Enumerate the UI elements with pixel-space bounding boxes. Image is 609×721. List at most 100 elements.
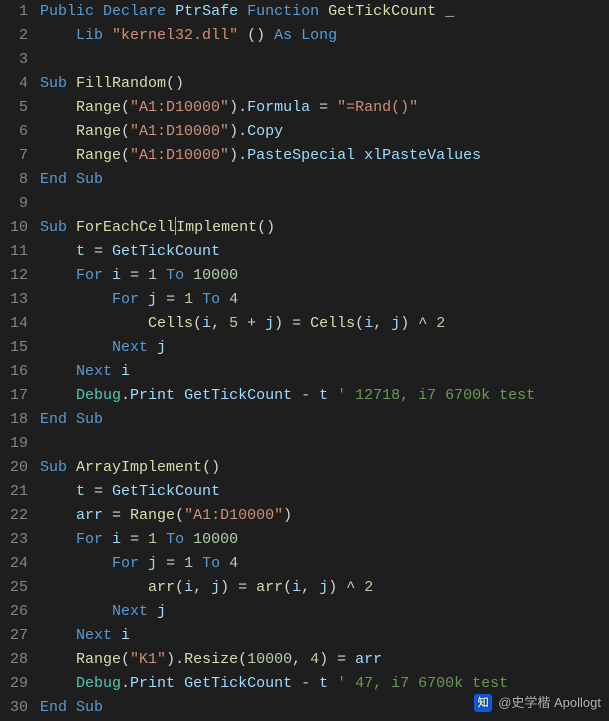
token-fn: Range	[76, 99, 121, 116]
line-number: 15	[8, 336, 28, 360]
token-ident: j	[157, 603, 166, 620]
token-str: "=Rand()"	[337, 99, 418, 116]
token-ident: Copy	[247, 123, 283, 140]
token-ident: t	[76, 243, 85, 260]
code-line[interactable]: t = GetTickCount	[40, 240, 605, 264]
token-ident: Print	[130, 387, 175, 404]
token-op	[193, 555, 202, 572]
line-number: 17	[8, 384, 28, 408]
token-fn: Implement	[176, 219, 257, 236]
token-kw: For	[112, 291, 139, 308]
token-fn: Range	[76, 651, 121, 668]
token-op: (	[121, 123, 130, 140]
line-number: 8	[8, 168, 28, 192]
token-kw: Function	[247, 3, 319, 20]
token-op: -	[292, 675, 319, 692]
code-line[interactable]: Debug.Print GetTickCount - t ' 12718, i7…	[40, 384, 605, 408]
code-line[interactable]: End Sub	[40, 168, 605, 192]
code-line[interactable]: Range("A1:D10000").Formula = "=Rand()"	[40, 96, 605, 120]
token-str: "K1"	[130, 651, 166, 668]
token-ident: GetTickCount	[184, 675, 292, 692]
token-ident: GetTickCount	[112, 243, 220, 260]
token-ident: i	[112, 267, 121, 284]
code-line[interactable]: For i = 1 To 10000	[40, 528, 605, 552]
token-kw: End	[40, 699, 67, 716]
token-ident: Formula	[247, 99, 310, 116]
token-ident: i	[112, 531, 121, 548]
token-fn: Range	[76, 147, 121, 164]
line-number: 21	[8, 480, 28, 504]
token-ident: j	[148, 291, 157, 308]
code-line[interactable]	[40, 432, 605, 456]
line-number: 25	[8, 576, 28, 600]
token-op: -	[292, 387, 319, 404]
token-op: .	[121, 387, 130, 404]
token-num: 2	[364, 579, 373, 596]
code-line[interactable]: Sub FillRandom()	[40, 72, 605, 96]
code-line[interactable]: End Sub	[40, 408, 605, 432]
code-line[interactable]: Range("A1:D10000").Copy	[40, 120, 605, 144]
code-line[interactable]	[40, 192, 605, 216]
line-number: 29	[8, 672, 28, 696]
code-line[interactable]	[40, 48, 605, 72]
token-op: ).	[229, 99, 247, 116]
token-num: 1	[148, 531, 157, 548]
line-number: 3	[8, 48, 28, 72]
token-op: (	[175, 579, 184, 596]
token-op: .	[121, 675, 130, 692]
token-op: ) ^	[328, 579, 364, 596]
code-line[interactable]: Range("A1:D10000").PasteSpecial xlPasteV…	[40, 144, 605, 168]
code-line[interactable]: For j = 1 To 4	[40, 288, 605, 312]
token-op: (	[121, 99, 130, 116]
token-ident: arr	[355, 651, 382, 668]
token-op	[112, 627, 121, 644]
token-op: ,	[292, 651, 310, 668]
token-ident: i	[184, 579, 193, 596]
line-number: 13	[8, 288, 28, 312]
code-line[interactable]: arr = Range("A1:D10000")	[40, 504, 605, 528]
code-line[interactable]: Next i	[40, 624, 605, 648]
token-num: 5	[229, 315, 238, 332]
token-kw: Declare	[103, 3, 166, 20]
token-ident: i	[202, 315, 211, 332]
code-editor[interactable]: 1234567891011121314151617181920212223242…	[0, 0, 609, 721]
code-line[interactable]: t = GetTickCount	[40, 480, 605, 504]
token-op: (	[121, 651, 130, 668]
code-line[interactable]: Next i	[40, 360, 605, 384]
code-line[interactable]: Cells(i, 5 + j) = Cells(i, j) ^ 2	[40, 312, 605, 336]
token-kw: Next	[112, 603, 148, 620]
code-line[interactable]: Sub ArrayImplement()	[40, 456, 605, 480]
code-line[interactable]: Lib "kernel32.dll" () As Long	[40, 24, 605, 48]
code-line[interactable]: Range("K1").Resize(10000, 4) = arr	[40, 648, 605, 672]
code-line[interactable]: Sub ForEachCellImplement()	[40, 216, 605, 240]
token-op	[220, 555, 229, 572]
token-num: 10000	[193, 531, 238, 548]
line-number: 11	[8, 240, 28, 264]
token-str: "A1:D10000"	[130, 99, 229, 116]
token-ident: j	[391, 315, 400, 332]
line-number: 27	[8, 624, 28, 648]
token-kw: Next	[76, 627, 112, 644]
token-kw: To	[166, 531, 184, 548]
token-fn: FillRandom	[76, 75, 166, 92]
token-op	[103, 531, 112, 548]
code-line[interactable]: For i = 1 To 10000	[40, 264, 605, 288]
token-op: +	[238, 315, 265, 332]
code-line[interactable]: arr(i, j) = arr(i, j) ^ 2	[40, 576, 605, 600]
code-area[interactable]: Public Declare PtrSafe Function GetTickC…	[40, 0, 609, 721]
line-number: 30	[8, 696, 28, 720]
code-line[interactable]: For j = 1 To 4	[40, 552, 605, 576]
token-op	[355, 147, 364, 164]
code-line[interactable]: Next j	[40, 600, 605, 624]
token-op: ) =	[319, 651, 355, 668]
token-kw: For	[76, 267, 103, 284]
code-line[interactable]: Public Declare PtrSafe Function GetTickC…	[40, 0, 605, 24]
code-line[interactable]: Next j	[40, 336, 605, 360]
line-number: 10	[8, 216, 28, 240]
token-op: ,	[193, 579, 211, 596]
token-fn: arr	[148, 579, 175, 596]
token-op: ()	[166, 75, 184, 92]
token-op	[184, 267, 193, 284]
token-str: "A1:D10000"	[184, 507, 283, 524]
token-kw: Public	[40, 3, 94, 20]
